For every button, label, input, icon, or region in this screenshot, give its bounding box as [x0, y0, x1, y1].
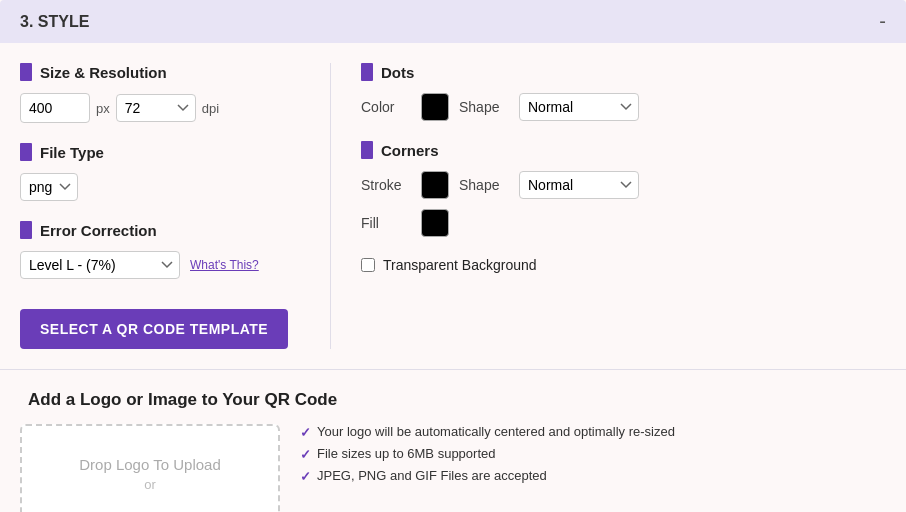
right-column: Dots Color Shape Normal Rounded Classy C…	[330, 63, 886, 349]
error-correction-section: Error Correction Level L - (7%) Level M …	[20, 221, 310, 279]
drop-zone-or: or	[144, 477, 156, 492]
check-icon-2: ✓	[300, 447, 311, 462]
logo-info-item-1: ✓ Your logo will be automatically center…	[300, 424, 886, 440]
main-content: Size & Resolution px 72 96 150 300 dpi F…	[0, 43, 906, 369]
flag-icon-filetype	[20, 143, 32, 161]
dots-color-label: Color	[361, 99, 411, 115]
section-header: 3. STYLE -	[0, 0, 906, 43]
dots-label: Dots	[361, 63, 886, 81]
transparent-bg-checkbox[interactable]	[361, 258, 375, 272]
check-icon-1: ✓	[300, 425, 311, 440]
corners-stroke-row: Stroke Shape Normal Square Extra Rounded…	[361, 171, 886, 199]
file-type-row: png jpg svg pdf	[20, 173, 310, 201]
left-column: Size & Resolution px 72 96 150 300 dpi F…	[20, 63, 330, 349]
logo-info-item-2: ✓ File sizes up to 6MB supported	[300, 446, 886, 462]
logo-info: ✓ Your logo will be automatically center…	[300, 424, 886, 490]
section-title: 3. STYLE	[20, 13, 89, 31]
dots-shape-label: Shape	[459, 99, 509, 115]
size-resolution-section: Size & Resolution px 72 96 150 300 dpi	[20, 63, 310, 123]
dpi-label: dpi	[202, 101, 219, 116]
error-correction-row: Level L - (7%) Level M - (15%) Level Q -…	[20, 251, 310, 279]
dots-section: Dots Color Shape Normal Rounded Classy C…	[361, 63, 886, 121]
dpi-select[interactable]: 72 96 150 300	[116, 94, 196, 122]
dots-color-shape-row: Color Shape Normal Rounded Classy Classy…	[361, 93, 886, 121]
dots-shape-select[interactable]: Normal Rounded Classy Classy Rounded Squ…	[519, 93, 639, 121]
corners-fill-row: Fill	[361, 209, 886, 237]
corners-stroke-label: Stroke	[361, 177, 411, 193]
file-type-label: File Type	[20, 143, 310, 161]
flag-icon-dots	[361, 63, 373, 81]
drop-zone-text: Drop Logo To Upload	[79, 456, 221, 473]
logo-info-text-3: JPEG, PNG and GIF Files are accepted	[317, 468, 547, 483]
error-correction-select[interactable]: Level L - (7%) Level M - (15%) Level Q -…	[20, 251, 180, 279]
flag-icon-corners	[361, 141, 373, 159]
width-input[interactable]	[20, 93, 90, 123]
dots-color-swatch[interactable]	[421, 93, 449, 121]
add-logo-content: Drop Logo To Upload or ✓ Your logo will …	[20, 424, 886, 512]
flag-icon-error	[20, 221, 32, 239]
file-type-section: File Type png jpg svg pdf	[20, 143, 310, 201]
corners-section: Corners Stroke Shape Normal Square Extra…	[361, 141, 886, 237]
corners-label: Corners	[361, 141, 886, 159]
add-logo-title: Add a Logo or Image to Your QR Code	[28, 390, 337, 410]
corners-stroke-color-swatch[interactable]	[421, 171, 449, 199]
error-correction-label: Error Correction	[20, 221, 310, 239]
transparent-bg-row: Transparent Background	[361, 257, 886, 273]
check-icon-3: ✓	[300, 469, 311, 484]
px-label: px	[96, 101, 110, 116]
file-type-select[interactable]: png jpg svg pdf	[20, 173, 78, 201]
corners-fill-label: Fill	[361, 215, 411, 231]
size-resolution-row: px 72 96 150 300 dpi	[20, 93, 310, 123]
corners-shape-select[interactable]: Normal Square Extra Rounded Dot	[519, 171, 639, 199]
add-logo-section: Add a Logo or Image to Your QR Code Drop…	[0, 369, 906, 512]
logo-info-text-1: Your logo will be automatically centered…	[317, 424, 675, 439]
corners-fill-color-swatch[interactable]	[421, 209, 449, 237]
transparent-bg-label[interactable]: Transparent Background	[383, 257, 537, 273]
collapse-button[interactable]: -	[879, 10, 886, 33]
drop-zone[interactable]: Drop Logo To Upload or	[20, 424, 280, 512]
select-template-button[interactable]: SELECT A QR CODE TEMPLATE	[20, 309, 288, 349]
corners-shape-label: Shape	[459, 177, 509, 193]
whats-this-link[interactable]: What's This?	[190, 258, 259, 272]
flag-icon-size	[20, 63, 32, 81]
logo-info-text-2: File sizes up to 6MB supported	[317, 446, 495, 461]
add-logo-header: Add a Logo or Image to Your QR Code	[20, 390, 886, 410]
size-resolution-label: Size & Resolution	[20, 63, 310, 81]
logo-info-item-3: ✓ JPEG, PNG and GIF Files are accepted	[300, 468, 886, 484]
